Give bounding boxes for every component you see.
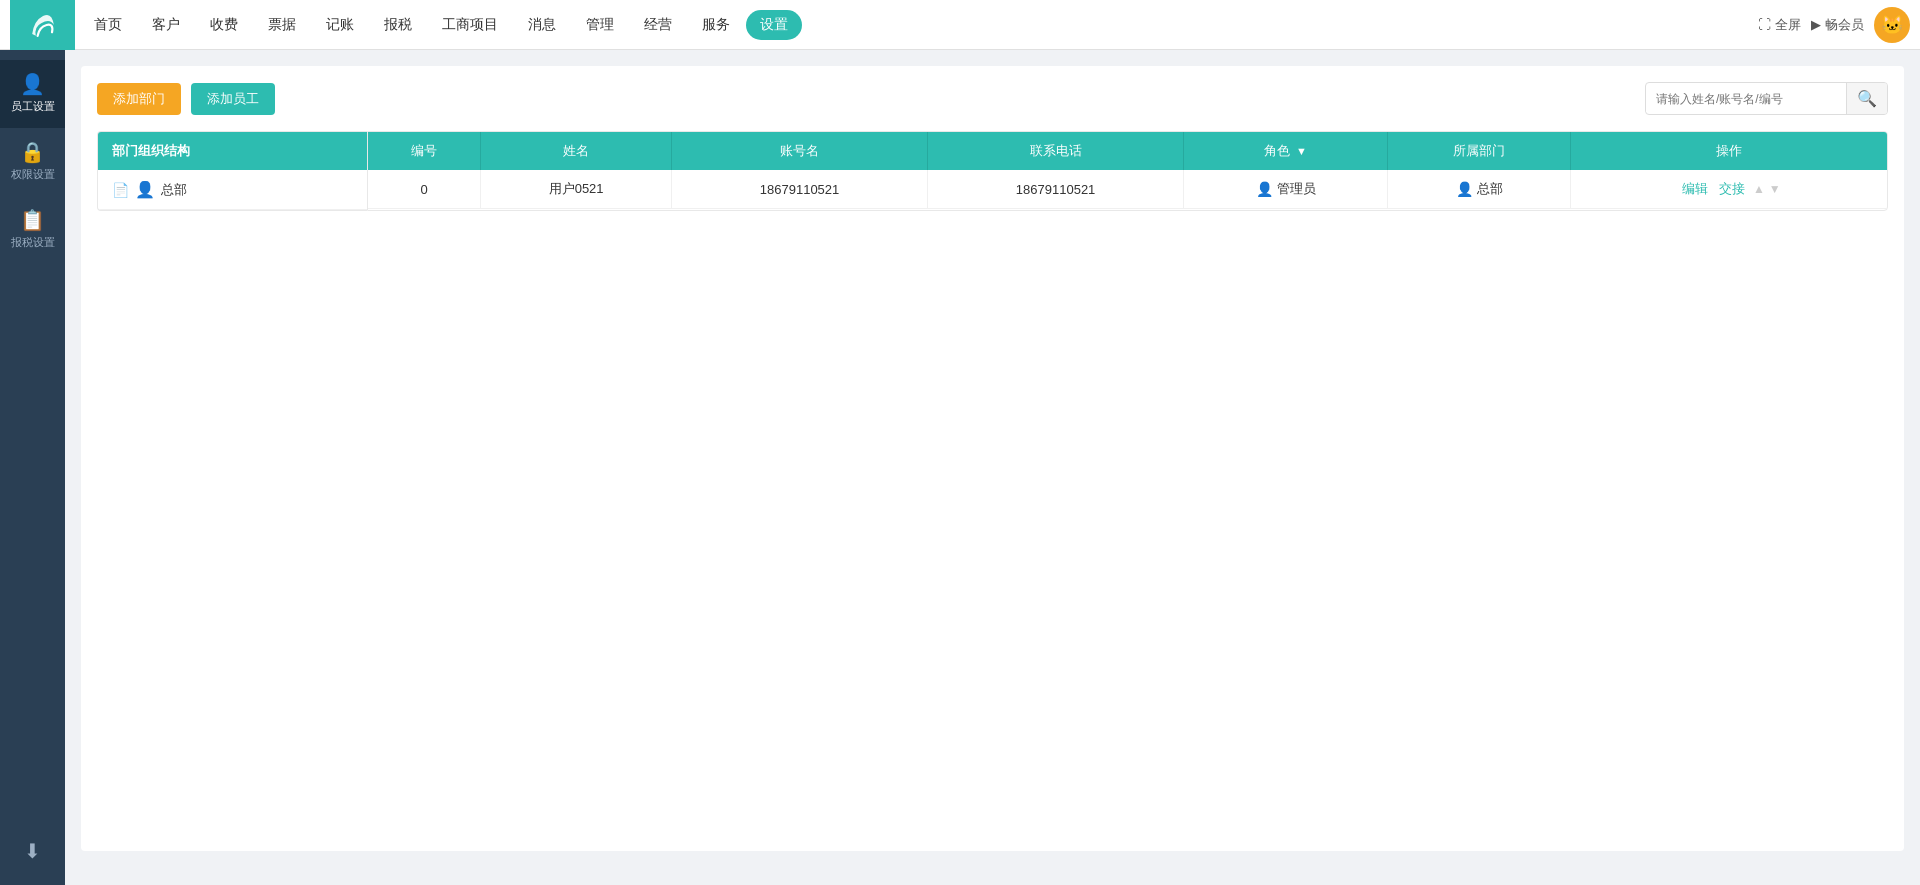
permission-icon: 🔒 — [20, 142, 45, 162]
cell-dept: 👤 总部 — [1388, 170, 1571, 209]
dept-name: 总部 — [161, 181, 187, 199]
col-header-dept: 所属部门 — [1388, 132, 1571, 170]
top-right-area: ⛶ 全屏 ▶ 畅会员 🐱 — [1758, 7, 1910, 43]
edit-button[interactable]: 编辑 — [1682, 181, 1708, 196]
role-icon: 👤 — [1256, 181, 1273, 197]
dept-person-icon-row: 👤 — [1456, 181, 1473, 197]
col-header-name: 姓名 — [481, 132, 672, 170]
department-tree: 部门组织结构 📄 👤 总部 — [97, 131, 367, 211]
role-label: 管理员 — [1277, 180, 1316, 198]
table-wrapper: 部门组织结构 📄 👤 总部 编号 姓名 账号名 — [97, 131, 1888, 211]
add-employee-button[interactable]: 添加员工 — [191, 83, 275, 115]
employee-table: 编号 姓名 账号名 联系电话 角色 ▼ 所属部门 操作 — [367, 131, 1888, 211]
search-area: 🔍 — [1645, 82, 1888, 115]
search-input[interactable] — [1646, 86, 1846, 112]
nav-billing[interactable]: 收费 — [196, 10, 252, 40]
member-icon: ▶ — [1811, 17, 1821, 32]
employee-icon: 👤 — [20, 74, 45, 94]
main-layout: 👤 员工设置 🔒 权限设置 📋 报税设置 ⬇ 添加部门 添加员工 � — [0, 50, 1920, 885]
filter-icon: ▼ — [1296, 145, 1307, 157]
sidebar-item-tax-settings[interactable]: 📋 报税设置 — [0, 196, 65, 264]
sidebar: 👤 员工设置 🔒 权限设置 📋 报税设置 ⬇ — [0, 50, 65, 885]
tax-settings-icon: 📋 — [20, 210, 45, 230]
member-button[interactable]: ▶ 畅会员 — [1811, 16, 1864, 34]
table-header-row: 编号 姓名 账号名 联系电话 角色 ▼ 所属部门 操作 — [368, 132, 1887, 170]
scroll-down-icon[interactable]: ▼ — [1769, 182, 1781, 196]
toolbar: 添加部门 添加员工 🔍 — [97, 82, 1888, 115]
user-avatar[interactable]: 🐱 — [1874, 7, 1910, 43]
sidebar-download-button[interactable]: ⬇ — [0, 827, 65, 875]
dept-person-icon: 👤 — [135, 180, 155, 199]
table-row: 0 用户0521 18679110521 18679110521 👤 管理员 — [368, 170, 1887, 209]
dept-tree-header: 部门组织结构 — [98, 132, 367, 170]
nav-customer[interactable]: 客户 — [138, 10, 194, 40]
nav-tax[interactable]: 报税 — [370, 10, 426, 40]
main-content: 添加部门 添加员工 🔍 部门组织结构 📄 👤 总部 — [65, 50, 1920, 885]
top-navigation: 首页 客户 收费 票据 记账 报税 工商项目 消息 管理 经营 服务 设置 ⛶ … — [0, 0, 1920, 50]
download-icon: ⬇ — [24, 841, 41, 861]
dept-label: 总部 — [1477, 180, 1503, 198]
cell-role: 👤 管理员 — [1184, 170, 1388, 209]
sidebar-label-tax-settings: 报税设置 — [11, 235, 55, 250]
col-role-label: 角色 — [1264, 143, 1290, 158]
col-header-phone: 联系电话 — [928, 132, 1184, 170]
sidebar-label-employee: 员工设置 — [11, 99, 55, 114]
scroll-up-icon[interactable]: ▲ — [1753, 182, 1765, 196]
cell-actions: 编辑 交接 ▲ ▼ — [1571, 170, 1887, 209]
cell-account: 18679110521 — [672, 170, 928, 209]
cell-name: 用户0521 — [481, 170, 672, 209]
cell-phone: 18679110521 — [928, 170, 1184, 209]
member-label: 畅会员 — [1825, 16, 1864, 34]
content-card: 添加部门 添加员工 🔍 部门组织结构 📄 👤 总部 — [81, 66, 1904, 851]
sidebar-bottom: ⬇ — [0, 827, 65, 885]
logo — [10, 0, 75, 50]
fullscreen-icon: ⛶ — [1758, 17, 1771, 32]
file-icon: 📄 — [112, 182, 129, 198]
cell-id: 0 — [368, 170, 481, 209]
col-header-role[interactable]: 角色 ▼ — [1184, 132, 1388, 170]
nav-message[interactable]: 消息 — [514, 10, 570, 40]
col-header-id: 编号 — [368, 132, 481, 170]
dept-tree-item[interactable]: 📄 👤 总部 — [98, 170, 367, 210]
nav-service[interactable]: 服务 — [688, 10, 744, 40]
sidebar-item-permission[interactable]: 🔒 权限设置 — [0, 128, 65, 196]
nav-accounting[interactable]: 记账 — [312, 10, 368, 40]
col-header-action: 操作 — [1571, 132, 1887, 170]
fullscreen-label: 全屏 — [1775, 16, 1801, 34]
col-header-account: 账号名 — [672, 132, 928, 170]
sidebar-item-employee[interactable]: 👤 员工设置 — [0, 60, 65, 128]
nav-manage[interactable]: 管理 — [572, 10, 628, 40]
nav-invoice[interactable]: 票据 — [254, 10, 310, 40]
add-department-button[interactable]: 添加部门 — [97, 83, 181, 115]
handover-button[interactable]: 交接 — [1719, 181, 1745, 196]
nav-settings[interactable]: 设置 — [746, 10, 802, 40]
nav-operation[interactable]: 经营 — [630, 10, 686, 40]
nav-items: 首页 客户 收费 票据 记账 报税 工商项目 消息 管理 经营 服务 设置 — [80, 10, 1758, 40]
nav-business[interactable]: 工商项目 — [428, 10, 512, 40]
sidebar-label-permission: 权限设置 — [11, 167, 55, 182]
search-button[interactable]: 🔍 — [1846, 83, 1887, 114]
fullscreen-button[interactable]: ⛶ 全屏 — [1758, 16, 1801, 34]
nav-home[interactable]: 首页 — [80, 10, 136, 40]
